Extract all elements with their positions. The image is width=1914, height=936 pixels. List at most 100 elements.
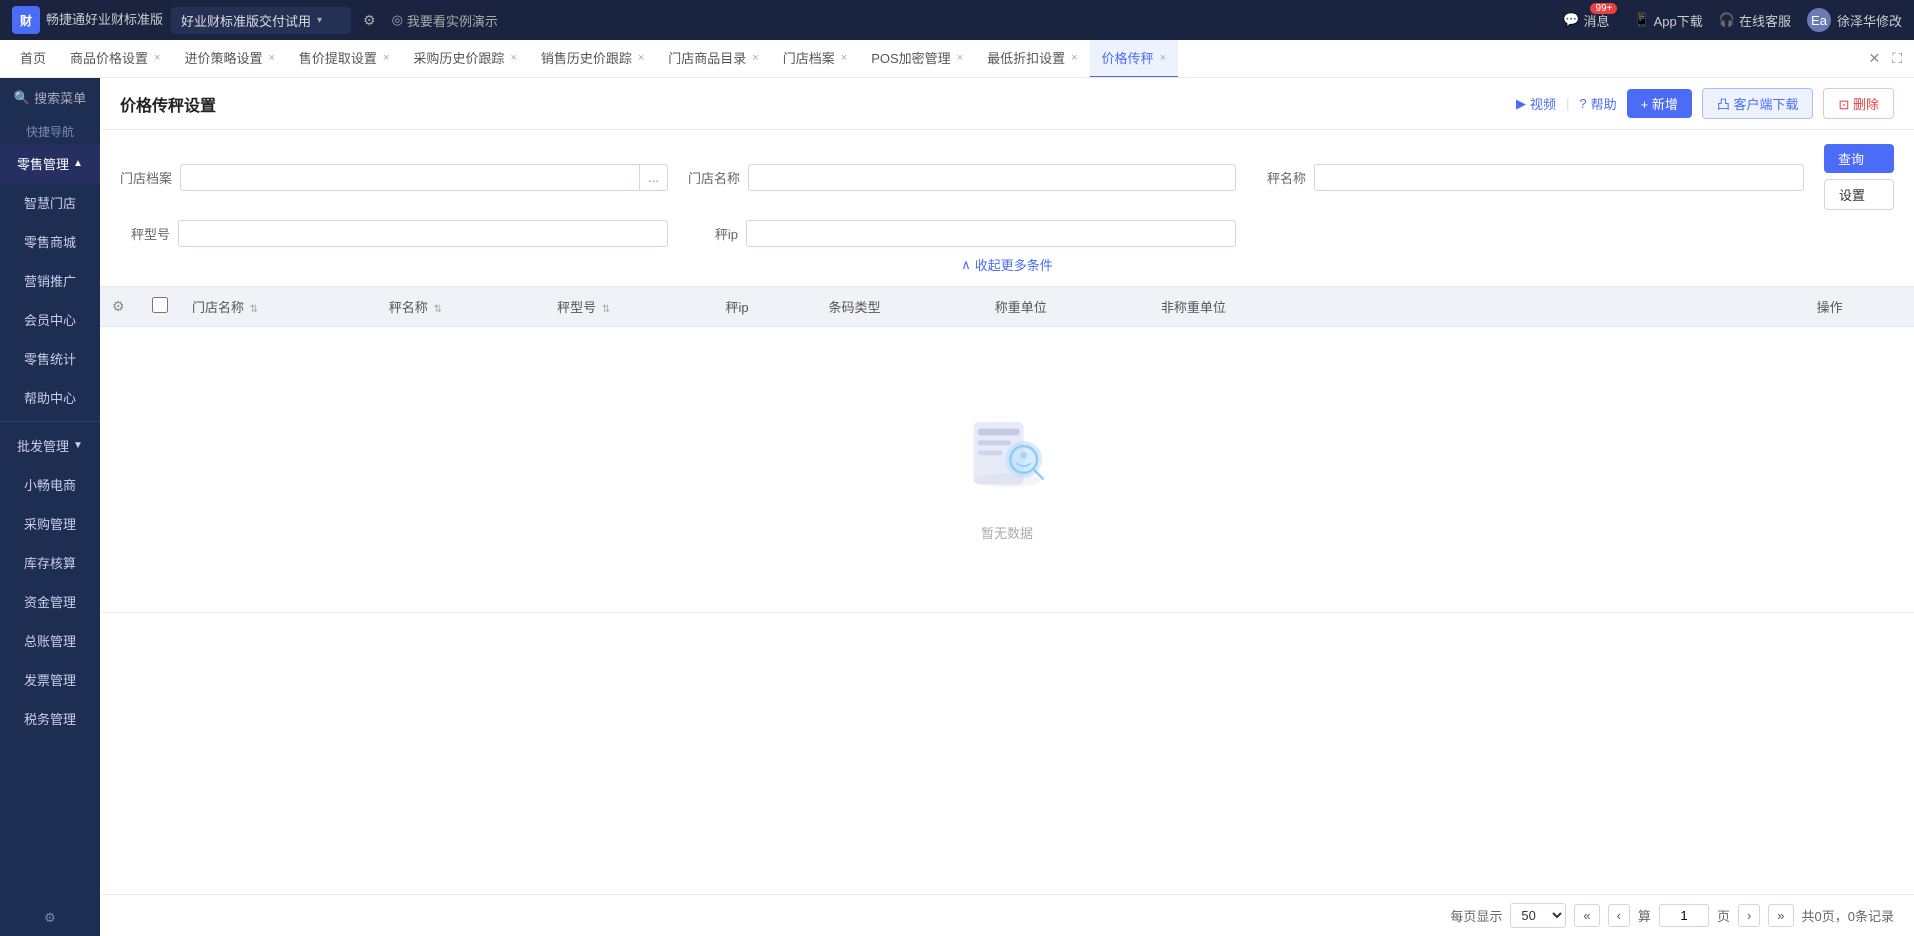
th-non-weight-unit: 非称重单位 <box>1149 287 1805 327</box>
close-icon[interactable]: × <box>752 52 758 64</box>
sidebar-label: 智慧门店 <box>24 193 76 212</box>
tab-bar: 首页 商品价格设置 × 进价策略设置 × 售价提取设置 × 采购历史价跟踪 × … <box>0 40 1914 78</box>
sidebar-item-retail-stats[interactable]: 零售统计 <box>0 339 100 378</box>
collapse-label: 收起更多条件 <box>975 255 1053 274</box>
messages-badge: 99+ <box>1590 3 1617 14</box>
sidebar-item-smart-store[interactable]: 智慧门店 <box>0 183 100 222</box>
messages-item[interactable]: 💬 消息 99+ <box>1563 11 1609 30</box>
sort-icon: ⇅ <box>602 304 610 315</box>
tab-pos-management[interactable]: POS加密管理 × <box>859 40 975 78</box>
first-page-button[interactable]: « <box>1574 904 1599 927</box>
close-icon[interactable]: × <box>383 52 389 64</box>
page-number-input[interactable] <box>1659 904 1709 927</box>
prev-page-button[interactable]: ‹ <box>1608 904 1630 927</box>
sidebar-label: 采购管理 <box>24 514 76 533</box>
sidebar-item-retail[interactable]: 零售管理 ▲ <box>0 144 100 183</box>
download-button[interactable]: 凸 客户端下载 <box>1702 88 1814 119</box>
sidebar-label: 营销推广 <box>24 271 76 290</box>
selector-text: 好业财标准版交付试用 <box>181 11 311 30</box>
add-button[interactable]: + 新增 <box>1627 89 1692 118</box>
sidebar-item-purchase[interactable]: 采购管理 <box>0 504 100 543</box>
store-archive-dots-button[interactable]: ... <box>640 164 668 191</box>
tab-sale-price[interactable]: 售价提取设置 × <box>287 40 401 78</box>
filter-scale-ip: 秤ip <box>688 220 1236 247</box>
tab-min-discount[interactable]: 最低折扣设置 × <box>975 40 1089 78</box>
sidebar-item-finance[interactable]: 资金管理 <box>0 582 100 621</box>
scale-name-input[interactable] <box>1314 164 1804 191</box>
arrow-down-icon: ▼ <box>73 440 83 451</box>
th-scale-model: 秤型号 ⇅ <box>545 287 713 327</box>
logo-text: 畅捷通好业财标准版 <box>46 12 163 29</box>
empty-text: 暂无数据 <box>981 523 1033 542</box>
close-window-icon[interactable]: ✕ <box>1864 46 1884 71</box>
page-size-select[interactable]: 50 10 20 100 <box>1510 903 1566 928</box>
tab-store-archive[interactable]: 门店档案 × <box>771 40 859 78</box>
chevron-down-icon: ▾ <box>317 15 322 26</box>
close-icon[interactable]: × <box>638 52 644 64</box>
online-service-item[interactable]: 🎧 在线客服 <box>1719 11 1791 30</box>
sidebar-item-ledger[interactable]: 总账管理 <box>0 621 100 660</box>
help-icon: ? <box>1579 96 1586 111</box>
store-name-input[interactable] <box>748 164 1236 191</box>
scale-ip-label: 秤ip <box>688 224 738 243</box>
close-icon[interactable]: × <box>268 52 274 64</box>
tab-price-transfer[interactable]: 价格传秤 × <box>1090 40 1178 78</box>
demo-link-text: 我要看实例演示 <box>407 11 498 30</box>
last-page-button[interactable]: » <box>1768 904 1793 927</box>
user-item[interactable]: Ea 徐泽华修改 <box>1807 8 1902 32</box>
arrow-up-icon: ▲ <box>73 158 83 169</box>
sidebar-item-inventory[interactable]: 库存核算 <box>0 543 100 582</box>
sidebar-item-mini-ecom[interactable]: 小畅电商 <box>0 465 100 504</box>
maximize-icon[interactable]: ⛶ <box>1888 46 1906 71</box>
settings-button[interactable]: 设置 <box>1824 179 1894 210</box>
sidebar-item-help[interactable]: 帮助中心 <box>0 378 100 417</box>
store-archive-input[interactable] <box>180 164 640 191</box>
close-icon[interactable]: × <box>1071 52 1077 64</box>
sidebar-label: 零售统计 <box>24 349 76 368</box>
sidebar-item-invoice[interactable]: 发票管理 <box>0 660 100 699</box>
filter-row-2: 秤型号 秤ip <box>120 220 1894 247</box>
select-all-checkbox[interactable] <box>152 297 168 313</box>
sidebar-gear[interactable]: ⚙ <box>0 900 100 936</box>
collapse-button[interactable]: ∧ 收起更多条件 <box>120 251 1894 278</box>
table-settings-icon[interactable]: ⚙ <box>112 298 125 314</box>
sidebar-item-wholesale[interactable]: 批发管理 ▼ <box>0 426 100 465</box>
tab-sales-history[interactable]: 销售历史价跟踪 × <box>529 40 656 78</box>
th-weight-unit: 称重单位 <box>983 287 1149 327</box>
close-icon[interactable]: × <box>841 52 847 64</box>
settings-icon[interactable]: ⚙ <box>359 8 380 33</box>
tab-store-catalog[interactable]: 门店商品目录 × <box>656 40 770 78</box>
sidebar-search[interactable]: 🔍 搜索菜单 <box>0 78 100 117</box>
close-icon[interactable]: × <box>154 52 160 64</box>
sidebar-label: 小畅电商 <box>24 475 76 494</box>
close-icon[interactable]: × <box>1160 52 1166 64</box>
tab-home[interactable]: 首页 <box>8 40 58 78</box>
close-icon[interactable]: × <box>510 52 516 64</box>
video-link[interactable]: ▶ 视频 <box>1516 94 1556 113</box>
delete-button[interactable]: ⊡ 删除 <box>1823 88 1894 119</box>
version-selector[interactable]: 好业财标准版交付试用 ▾ <box>171 7 351 34</box>
query-button[interactable]: 查询 <box>1824 144 1894 173</box>
sidebar-item-online-store[interactable]: 零售商城 <box>0 222 100 261</box>
sidebar-label: 帮助中心 <box>24 388 76 407</box>
app-download-item[interactable]: 📱 App下载 <box>1633 11 1702 30</box>
demo-link[interactable]: ◎ 我要看实例演示 <box>392 11 498 30</box>
sidebar-item-tax[interactable]: 税务管理 <box>0 699 100 738</box>
filter-row-1: 门店档案 ... 门店名称 秤名称 查询 设置 <box>120 144 1894 210</box>
scale-model-input[interactable] <box>178 220 668 247</box>
sort-icon: ⇅ <box>433 304 441 315</box>
help-link[interactable]: ? 帮助 <box>1579 94 1616 113</box>
page-header-actions: ▶ 视频 | ? 帮助 + 新增 凸 客户端下载 ⊡ 删除 <box>1516 88 1894 119</box>
close-icon[interactable]: × <box>957 52 963 64</box>
tab-purchase-history[interactable]: 采购历史价跟踪 × <box>401 40 528 78</box>
next-page-button[interactable]: › <box>1738 904 1760 927</box>
sidebar-label: 税务管理 <box>24 709 76 728</box>
sidebar-item-marketing[interactable]: 营销推广 <box>0 261 100 300</box>
sidebar-search-label: 搜索菜单 <box>34 88 86 107</box>
tab-price-settings[interactable]: 商品价格设置 × <box>58 40 172 78</box>
app-logo: 财 畅捷通好业财标准版 <box>12 6 163 34</box>
scale-ip-input[interactable] <box>746 220 1236 247</box>
sidebar-label: 零售商城 <box>24 232 76 251</box>
tab-purchase-strategy[interactable]: 进价策略设置 × <box>172 40 286 78</box>
sidebar-item-member[interactable]: 会员中心 <box>0 300 100 339</box>
